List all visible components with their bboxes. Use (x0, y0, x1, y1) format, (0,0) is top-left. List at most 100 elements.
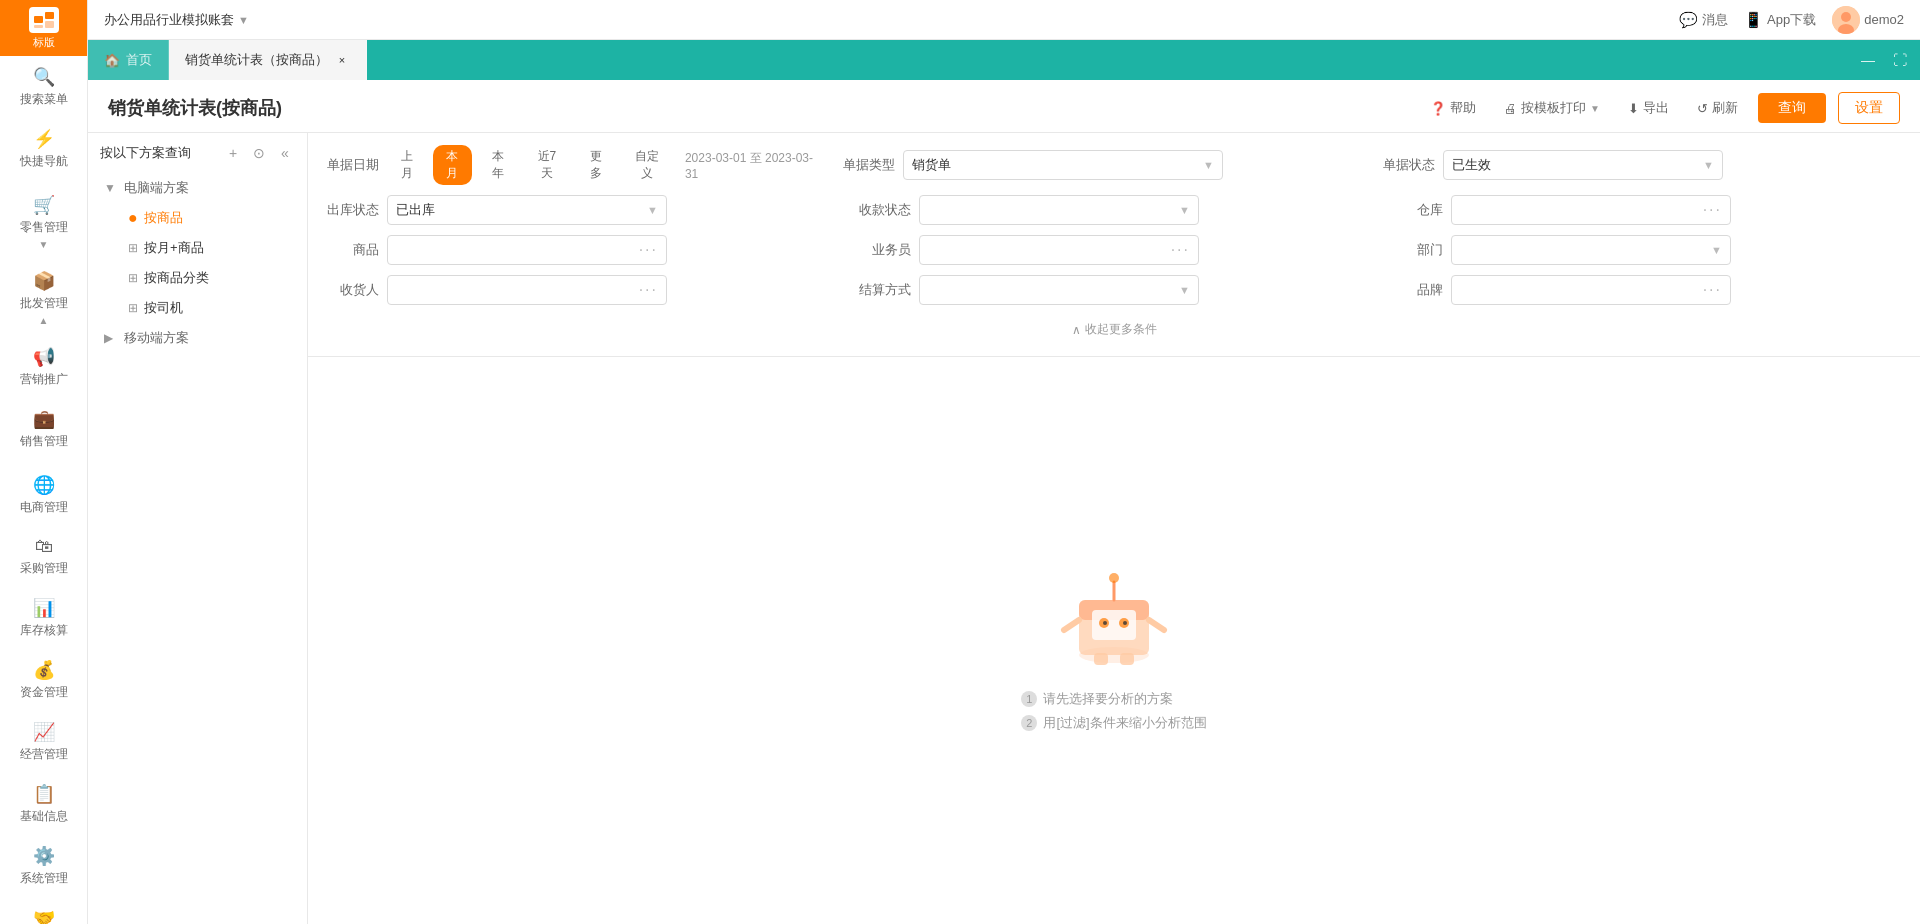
outstatus-dropdown-icon: ▼ (647, 204, 658, 216)
tree-children-pc: ● 按商品 ⊞ 按月+商品 ⊞ 按商品分类 ⊞ (88, 203, 307, 323)
sidebar-item-retail[interactable]: 🛒 零售管理 ▼ (0, 184, 87, 260)
warehouse-label: 仓库 (1388, 201, 1443, 219)
app-download-btn[interactable]: 📱 App下载 (1744, 11, 1816, 29)
settle-select[interactable]: ▼ (919, 275, 1199, 305)
ecom-icon: 🌐 (33, 474, 55, 496)
outstatus-select[interactable]: 已出库 ▼ (387, 195, 667, 225)
last7days-btn[interactable]: 近7天 (524, 145, 570, 185)
tip-num-1: 1 (1021, 691, 1037, 707)
edit-scheme-btn[interactable]: ⊙ (249, 143, 269, 163)
docstatus-select[interactable]: 已生效 ▼ (1443, 150, 1723, 180)
filter-item-warehouse: 仓库 ··· (1388, 195, 1904, 225)
tip-num-2: 2 (1021, 715, 1037, 731)
right-content: 单据日期 上月 本月 本年 近7天 更多 自定义 2023-03-01 至 20… (308, 133, 1920, 924)
goods-select[interactable]: ··· (387, 235, 667, 265)
tree-section-mobile: ▶ 移动端方案 (88, 323, 307, 353)
tree-item-month-goods[interactable]: ⊞ 按月+商品 (116, 233, 307, 263)
user-menu[interactable]: demo2 (1832, 6, 1904, 34)
tree-category-label: 移动端方案 (124, 329, 189, 347)
export-btn[interactable]: ⬇ 导出 (1620, 95, 1677, 121)
sidebar-item-ecom[interactable]: 🌐 电商管理 (0, 464, 87, 526)
refresh-btn[interactable]: ↺ 刷新 (1689, 95, 1746, 121)
tree-category-pc[interactable]: ▼ 电脑端方案 (88, 173, 307, 203)
doctype-label: 单据类型 (840, 156, 895, 174)
print-label: 按模板打印 (1521, 99, 1586, 117)
finance-icon: 💰 (33, 659, 55, 681)
app-subtitle: 标版 (33, 35, 55, 50)
sidebar-item-finance[interactable]: 💰 资金管理 (0, 649, 87, 711)
industry-selector[interactable]: 办公用品行业模拟账套 ▼ (104, 11, 249, 29)
sidebar-item-basic[interactable]: 📋 基础信息 (0, 773, 87, 835)
page-body: 按以下方案查询 + ⊙ « ▼ 电脑端方案 ● (88, 133, 1920, 924)
tree-item-by-goods[interactable]: ● 按商品 (116, 203, 307, 233)
tip-text-2: 用[过滤]条件来缩小分析范围 (1043, 714, 1206, 732)
sidebar-item-operations[interactable]: 📈 经营管理 (0, 711, 87, 773)
sidebar-item-label: 电商管理 (20, 499, 68, 516)
inventory-icon: 📊 (33, 597, 55, 619)
system-icon: ⚙️ (33, 845, 55, 867)
more-date-btn[interactable]: 更多 (576, 145, 616, 185)
tab-close-btn[interactable]: × (334, 52, 350, 68)
dept-label: 部门 (1388, 241, 1443, 259)
message-btn[interactable]: 💬 消息 (1679, 11, 1728, 29)
paystatus-select[interactable]: ▼ (919, 195, 1199, 225)
sidebar-item-sales[interactable]: 💼 销售管理 (0, 398, 87, 460)
tree-item-driver[interactable]: ⊞ 按司机 (116, 293, 307, 323)
paystatus-label: 收款状态 (856, 201, 911, 219)
add-scheme-btn[interactable]: + (223, 143, 243, 163)
mobile-icon: 📱 (1744, 11, 1763, 29)
tree-category-label: 电脑端方案 (124, 179, 189, 197)
sidebar-item-shortcut[interactable]: ⚡ 快捷导航 (0, 118, 87, 180)
svg-rect-19 (1094, 653, 1108, 665)
sidebar-item-enterprise[interactable]: 🤝 企业协同 (0, 897, 87, 924)
tab-minimize-btn[interactable]: — (1856, 48, 1880, 72)
staff-select[interactable]: ··· (919, 235, 1199, 265)
tab-expand-btn[interactable]: ⛶ (1888, 48, 1912, 72)
sales-icon: 💼 (33, 408, 55, 430)
doctype-select[interactable]: 销货单 ▼ (903, 150, 1223, 180)
filter-row-3: 商品 ··· 业务员 ··· (324, 235, 1904, 265)
setting-btn[interactable]: 设置 (1838, 92, 1900, 124)
help-btn[interactable]: ❓ 帮助 (1422, 95, 1484, 121)
staff-label: 业务员 (856, 241, 911, 259)
tab-active[interactable]: 销货单统计表（按商品） × (169, 40, 367, 80)
tree-item-label: 按商品 (144, 209, 183, 227)
filter-item-doctype: 单据类型 销货单 ▼ (840, 150, 1364, 180)
print-btn[interactable]: 🖨 按模板打印 ▼ (1496, 95, 1608, 121)
grid-icon-1: ⊞ (128, 241, 138, 255)
collapse-panel-btn[interactable]: « (275, 143, 295, 163)
collapse-filter-btn[interactable]: ∧ 收起更多条件 (324, 315, 1904, 344)
query-btn[interactable]: 查询 (1758, 93, 1826, 123)
sidebar-item-purchase[interactable]: 🛍 采购管理 (0, 526, 87, 587)
filter-row-4: 收货人 ··· 结算方式 ▼ (324, 275, 1904, 305)
custom-date-btn[interactable]: 自定义 (622, 145, 673, 185)
sidebar-item-marketing[interactable]: 📢 营销推广 (0, 336, 87, 398)
sidebar-item-search[interactable]: 🔍 搜索菜单 (0, 56, 87, 118)
this-year-btn[interactable]: 本年 (478, 145, 518, 185)
date-range-display: 2023-03-01 至 2023-03-31 (685, 150, 824, 181)
app-download-label: App下载 (1767, 11, 1816, 29)
tab-home[interactable]: 🏠 首页 (88, 40, 169, 80)
brand-select[interactable]: ··· (1451, 275, 1731, 305)
sidebar-item-wholesale[interactable]: 📦 批发管理 ▲ (0, 260, 87, 336)
tab-bar: 🏠 首页 销货单统计表（按商品） × — ⛶ (88, 40, 1920, 80)
receiver-select[interactable]: ··· (387, 275, 667, 305)
docstatus-label: 单据状态 (1380, 156, 1435, 174)
sidebar-item-system[interactable]: ⚙️ 系统管理 (0, 835, 87, 897)
warehouse-select[interactable]: ··· (1451, 195, 1731, 225)
docstatus-value: 已生效 (1452, 156, 1491, 174)
dept-select[interactable]: ▼ (1451, 235, 1731, 265)
tree-category-mobile[interactable]: ▶ 移动端方案 (88, 323, 307, 353)
message-icon: 💬 (1679, 11, 1698, 29)
doctype-value: 销货单 (912, 156, 951, 174)
tab-active-label: 销货单统计表（按商品） (185, 51, 328, 69)
empty-tip-1: 1 请先选择要分析的方案 (1021, 690, 1206, 708)
page-title: 销货单统计表(按商品) (108, 96, 282, 120)
tree-item-goods-category[interactable]: ⊞ 按商品分类 (116, 263, 307, 293)
page-content: 销货单统计表(按商品) ❓ 帮助 🖨 按模板打印 ▼ ⬇ 导出 ↺ 刷新 (88, 80, 1920, 924)
last-month-btn[interactable]: 上月 (387, 145, 427, 185)
tree-item-label: 按月+商品 (144, 239, 204, 257)
this-month-btn[interactable]: 本月 (433, 145, 473, 185)
sidebar-item-inventory[interactable]: 📊 库存核算 (0, 587, 87, 649)
export-icon: ⬇ (1628, 101, 1639, 116)
